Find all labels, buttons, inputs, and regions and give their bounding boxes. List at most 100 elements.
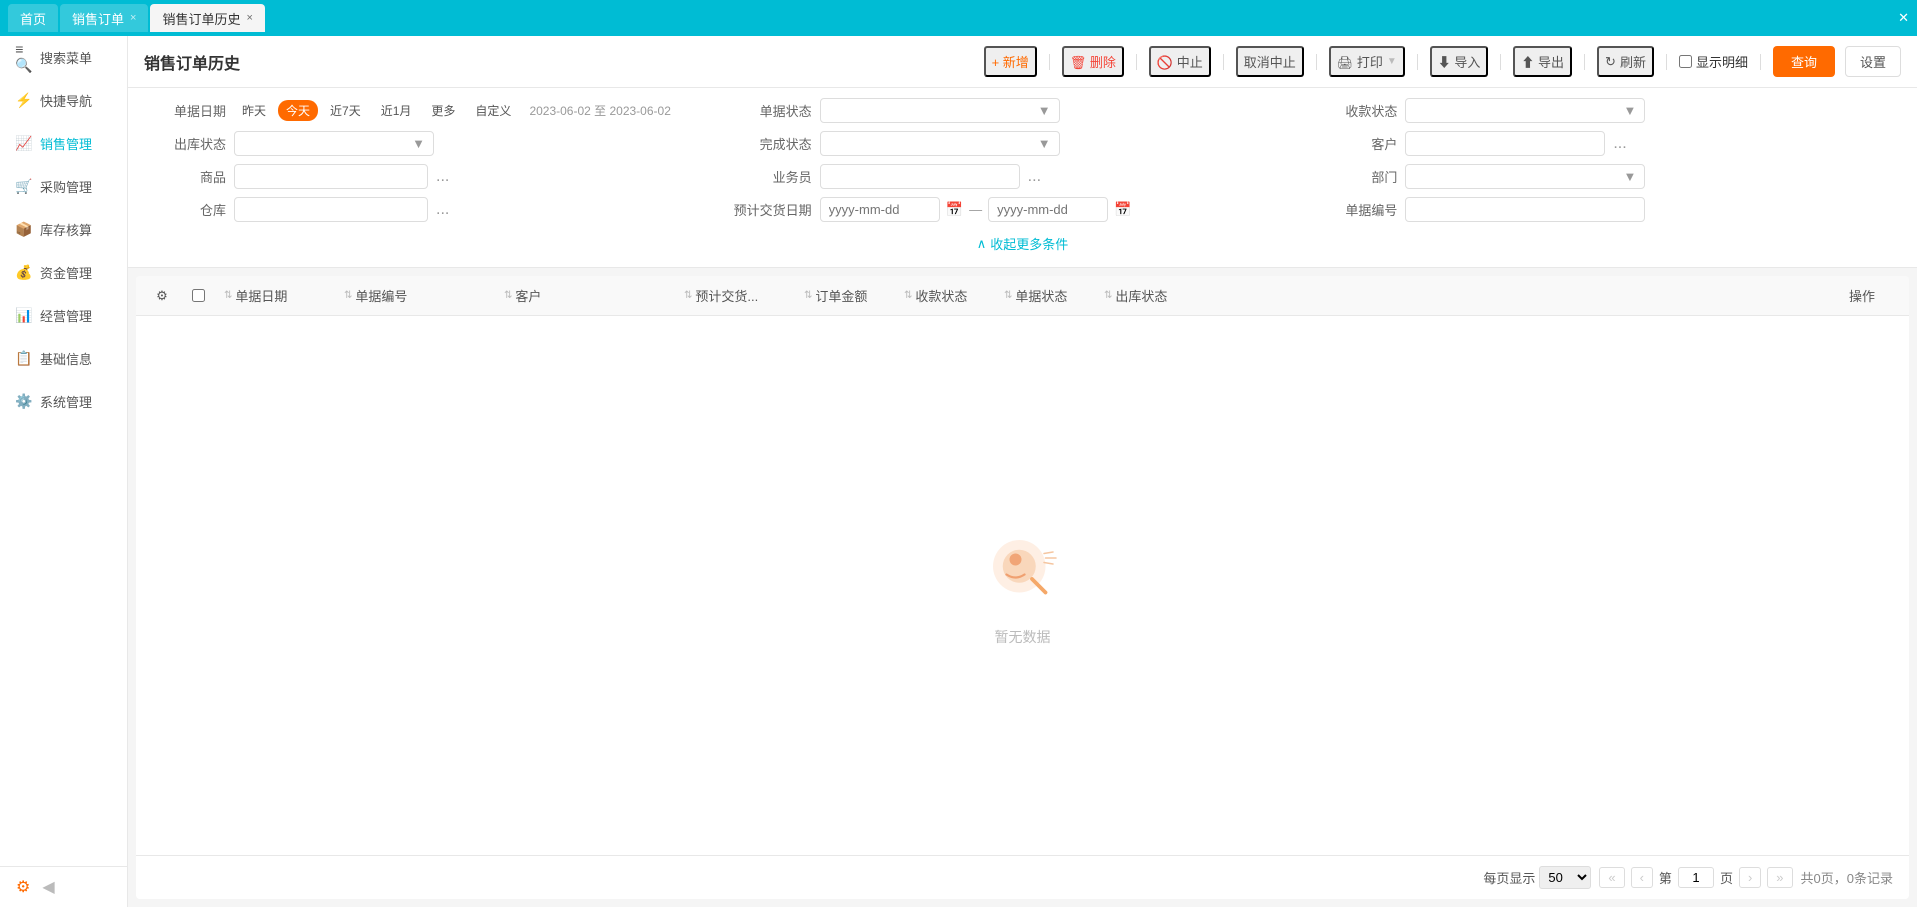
date-pill-more[interactable]: 更多 [423,100,463,121]
sidebar-item-finance[interactable]: 💰 资金管理 [0,251,127,294]
table-settings-icon: ⚙ [156,288,168,304]
settings-button[interactable]: 设置 [1845,46,1901,77]
delivery-date-start-calendar-icon[interactable]: 📅 [946,201,963,218]
date-pill-7days[interactable]: 近7天 [322,100,369,121]
sidebar-settings-icon[interactable]: ⚙ [16,877,30,897]
salesperson-input[interactable] [820,164,1020,189]
th-no[interactable]: ⇅ 单据编号 [336,286,496,305]
total-info: 共0页，0条记录 [1801,868,1893,887]
complete-status-select[interactable]: ▼ [820,131,1060,156]
filter-complete-status-group: 完成状态 ▼ [730,131,1316,156]
select-all-checkbox[interactable] [192,289,205,302]
print-button[interactable]: 🖨 打印 ▼ [1329,46,1405,77]
customer-input-area: ... [1405,131,1626,156]
show-detail-checkbox-label[interactable]: 显示明细 [1679,52,1748,71]
sidebar-item-quick-nav[interactable]: ⚡ 快捷导航 [0,79,127,122]
tab-home[interactable]: 首页 [8,4,58,32]
date-pills: 昨天 今天 近7天 近1月 更多 自定义 [234,100,519,121]
th-settings[interactable]: ⚙ [144,288,180,304]
refresh-icon: ↻ [1605,54,1616,70]
sidebar-item-sales-mgmt[interactable]: 📈 销售管理 [0,122,127,165]
filter-storage-status-group: 出库状态 ▼ [144,131,730,156]
delete-button[interactable]: 🗑 删除 [1062,46,1124,77]
th-delivery[interactable]: ⇅ 预计交货... [676,286,796,305]
purchase-mgmt-icon: 🛒 [16,179,32,195]
customer-dots[interactable]: ... [1613,135,1626,153]
toolbar-divider-9 [1760,54,1761,70]
product-dots[interactable]: ... [436,168,449,186]
payment-status-select[interactable]: ▼ [1405,98,1645,123]
per-page-select[interactable]: 10 20 50 100 [1539,866,1591,889]
department-select[interactable]: ▼ [1405,164,1645,189]
salesperson-dots[interactable]: ... [1028,168,1041,186]
sales-mgmt-icon: 📈 [16,136,32,152]
bill-status-select[interactable]: ▼ [820,98,1060,123]
collapse-label: 收起更多条件 [990,234,1068,253]
sort-icon-no: ⇅ [344,290,352,301]
storage-status-select[interactable]: ▼ [234,131,434,156]
quick-nav-icon: ⚡ [16,93,32,109]
tab-sales-order-history-close[interactable]: × [246,12,252,24]
empty-state: 暂无数据 [136,316,1909,855]
export-button[interactable]: ⬆ 导出 [1513,46,1572,77]
bill-status-chevron-icon: ▼ [1038,103,1051,118]
customer-input[interactable] [1405,131,1605,156]
date-pill-yesterday[interactable]: 昨天 [234,100,274,121]
sort-icon-delivery: ⇅ [684,290,692,301]
payment-status-chevron-icon: ▼ [1623,103,1636,118]
next-page-button[interactable]: › [1739,867,1761,888]
th-amount[interactable]: ⇅ 订单金额 [796,286,896,305]
new-button[interactable]: + 新增 [984,46,1037,77]
complete-status-label: 完成状态 [730,134,820,153]
th-check[interactable] [180,289,216,302]
top-bar: 首页 销售订单 × 销售订单历史 × ✕ [0,0,1917,36]
sidebar-item-search-menu[interactable]: ≡🔍 搜索菜单 [0,36,127,79]
page-input[interactable] [1678,867,1714,888]
warehouse-input-area: ... [234,197,449,222]
tab-sales-order[interactable]: 销售订单 × [60,4,148,32]
sidebar-item-purchase-mgmt[interactable]: 🛒 采购管理 [0,165,127,208]
last-page-button[interactable]: » [1767,867,1792,888]
show-detail-checkbox[interactable] [1679,55,1692,68]
filter-product-group: 商品 ... [144,164,730,189]
prev-page-button[interactable]: ‹ [1631,867,1653,888]
warehouse-dots[interactable]: ... [436,201,449,219]
th-date[interactable]: ⇅ 单据日期 [216,286,336,305]
date-label: 单据日期 [144,101,234,120]
product-input[interactable] [234,164,428,189]
collapse-row[interactable]: ∧ 收起更多条件 [144,230,1901,257]
refresh-button[interactable]: ↻ 刷新 [1597,46,1654,77]
filter-department-group: 部门 ▼ [1315,164,1901,189]
sidebar-item-inventory[interactable]: 📦 库存核算 [0,208,127,251]
delivery-date-end-input[interactable] [988,197,1108,222]
first-page-button[interactable]: « [1599,867,1624,888]
window-close[interactable]: ✕ [1898,10,1909,26]
sys-mgmt-icon: ⚙️ [16,394,32,410]
th-customer[interactable]: ⇅ 客户 [496,286,676,305]
sidebar-item-sys-mgmt[interactable]: ⚙️ 系统管理 [0,380,127,423]
stop-button[interactable]: 🚫 中止 [1149,46,1211,77]
tab-sales-order-history[interactable]: 销售订单历史 × [150,4,264,32]
th-storage[interactable]: ⇅ 出库状态 [1096,286,1196,305]
query-button[interactable]: 查询 [1773,46,1835,77]
sidebar-item-basic-info[interactable]: 📋 基础信息 [0,337,127,380]
delivery-date-end-calendar-icon[interactable]: 📅 [1114,201,1131,218]
filter-row-2: 出库状态 ▼ 完成状态 ▼ 客户 [144,131,1901,156]
th-payment[interactable]: ⇅ 收款状态 [896,286,996,305]
finance-icon: 💰 [16,265,32,281]
th-bill-status[interactable]: ⇅ 单据状态 [996,286,1096,305]
page-label: 第 [1659,868,1672,887]
sidebar-item-operations[interactable]: 📊 经营管理 [0,294,127,337]
bill-no-input[interactable] [1405,197,1645,222]
date-pill-today[interactable]: 今天 [278,100,318,121]
sidebar-collapse-icon[interactable]: ◀ [42,877,54,897]
cancel-stop-button[interactable]: 取消中止 [1236,46,1304,77]
tab-sales-order-close[interactable]: × [130,12,136,24]
delivery-date-start-input[interactable] [820,197,940,222]
product-label: 商品 [144,167,234,186]
date-pill-custom[interactable]: 自定义 [467,100,519,121]
filter-bill-no-group: 单据编号 [1315,197,1901,222]
import-button[interactable]: ⬇ 导入 [1430,46,1489,77]
date-pill-1month[interactable]: 近1月 [373,100,420,121]
warehouse-input[interactable] [234,197,428,222]
